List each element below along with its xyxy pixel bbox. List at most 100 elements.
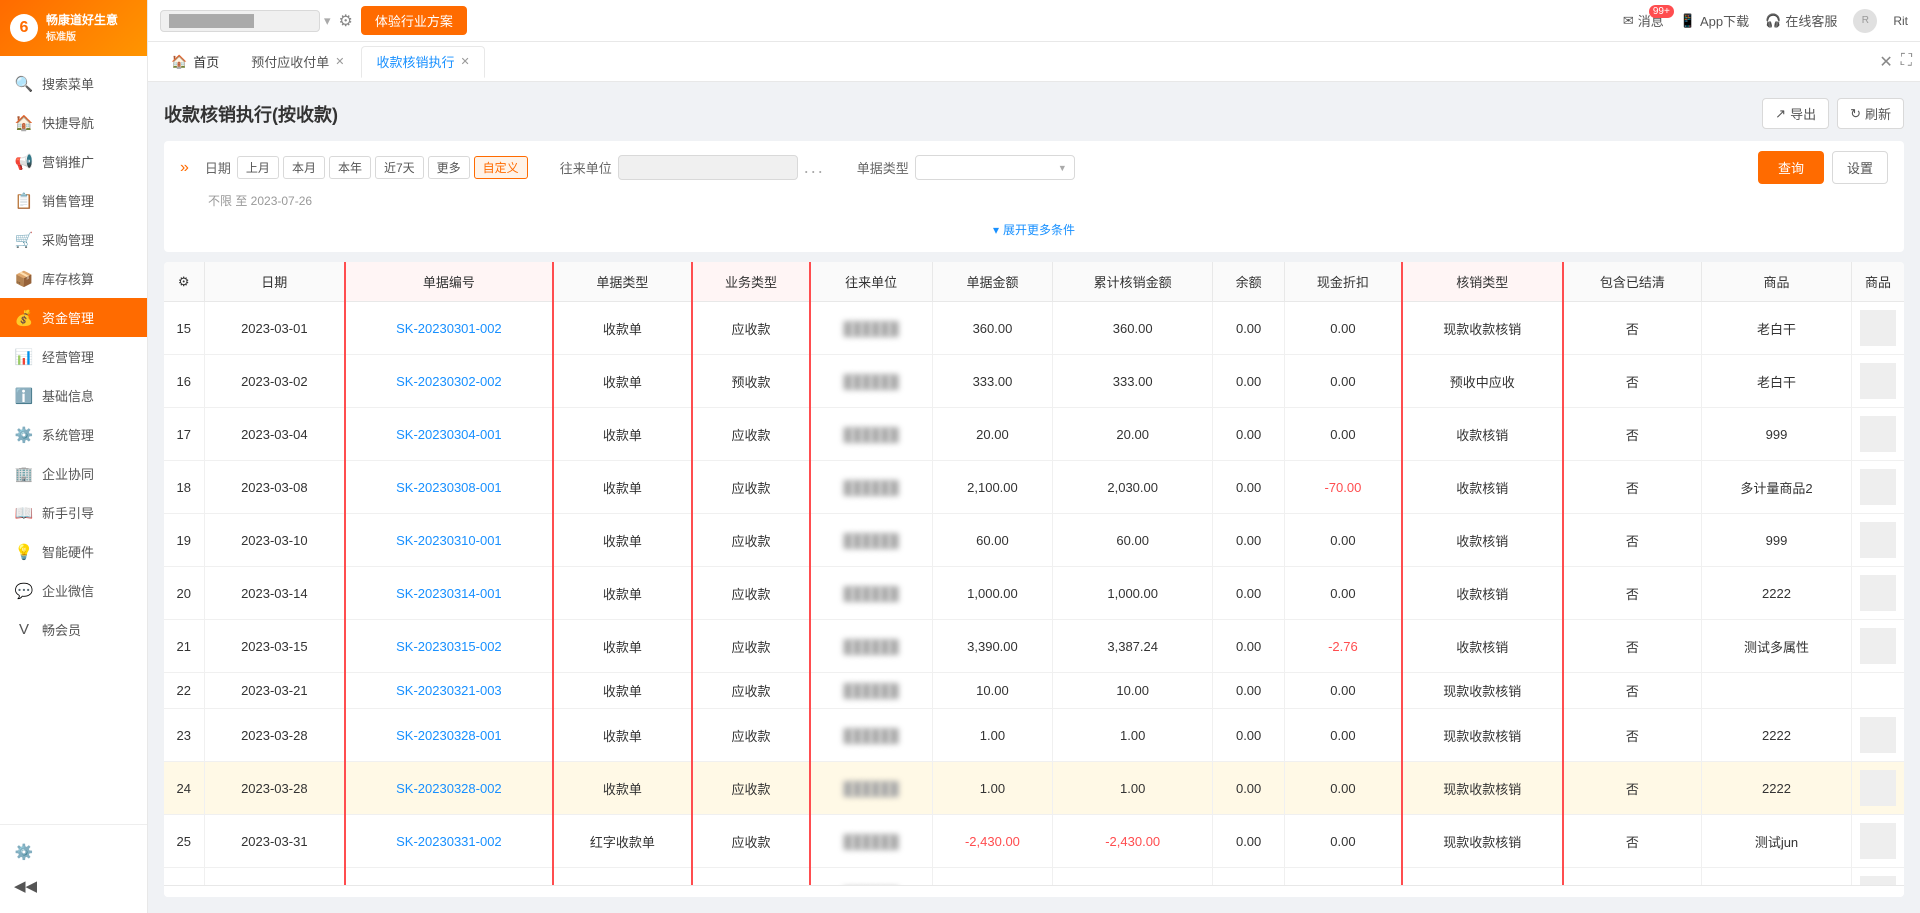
settings-icon: ⚙️ [14,843,34,861]
online-service-item[interactable]: 🎧 在线客服 [1765,11,1837,30]
sidebar-item-business[interactable]: 📊 经营管理 [0,337,147,376]
doc-no-link[interactable]: SK-20230308-001 [396,480,502,495]
cell-doc-no: SK-20230301-002 [345,302,553,355]
dropdown-icon[interactable]: ▾ [324,13,331,29]
collapse-icon: ◀◀ [14,877,34,895]
tab-close-all-icon[interactable]: ✕ [1879,52,1892,72]
col-doc-no: 单据编号 [345,262,553,302]
table-row: 17 2023-03-04 SK-20230304-001 收款单 应收款 ██… [164,408,1904,461]
cell-verified: 10.00 [1053,673,1213,709]
col-gear[interactable]: ⚙ [164,262,204,302]
page-actions: ↗ 导出 ↻ 刷新 [1762,98,1904,129]
cell-amount: 20.00 [932,868,1053,886]
tab-expand-icon[interactable]: ⛶ [1901,52,1912,72]
tab-prepay-close[interactable]: ✕ [335,55,344,68]
cell-balance: 0.00 [1213,408,1285,461]
app-download-item[interactable]: 📱 App下载 [1680,11,1749,30]
table-row: 23 2023-03-28 SK-20230328-001 收款单 应收款 ██… [164,709,1904,762]
industry-btn[interactable]: 体验行业方案 [361,6,467,35]
doc-type-select[interactable] [915,155,1075,180]
table-row: 15 2023-03-01 SK-20230301-002 收款单 应收款 ██… [164,302,1904,355]
cell-doc-no: SK-20230321-003 [345,673,553,709]
export-icon: ↗ [1775,106,1786,122]
tab-home[interactable]: 🏠 首页 [156,46,234,78]
refresh-btn[interactable]: ↻ 刷新 [1837,98,1904,129]
cell-biz-type: 预收款 [692,355,810,408]
sidebar-item-search[interactable]: 🔍 搜索菜单 [0,64,147,103]
tab-collection[interactable]: 收款核销执行 ✕ [361,46,484,78]
sidebar-item-settings[interactable]: ⚙️ [0,835,147,869]
sidebar-item-collapse[interactable]: ◀◀ [0,869,147,903]
messages-item[interactable]: ✉ 消息 99+ [1623,11,1664,30]
col-partner: 往来单位 [810,262,932,302]
cell-amount: 20.00 [932,408,1053,461]
expand-conditions-btn[interactable]: ▾ 展开更多条件 [993,221,1075,238]
doc-no-link[interactable]: SK-20230302-002 [396,374,502,389]
tab-prepay[interactable]: 预付应收付单 ✕ [236,46,359,78]
cell-partner: ██████ [810,673,932,709]
user-avatar[interactable]: R [1853,9,1877,33]
date-btn-more[interactable]: 更多 [428,156,470,179]
table-scrollbar-area[interactable] [164,885,1904,897]
sidebar-item-hardware[interactable]: 💡 智能硬件 [0,532,147,571]
quick-nav-icon: 🏠 [14,114,34,132]
expand-arrow-icon[interactable]: » [180,159,189,176]
sidebar-item-system[interactable]: ⚙️ 系统管理 [0,415,147,454]
cell-biz-type: 应收款 [692,461,810,514]
date-btn-last-month[interactable]: 上月 [237,156,279,179]
tab-collection-label: 收款核销执行 [376,52,454,71]
cell-goods2 [1852,709,1905,762]
settings-btn[interactable]: 设置 [1832,151,1888,184]
date-btn-this-year[interactable]: 本年 [329,156,371,179]
cell-amount: 1.00 [932,709,1053,762]
sidebar-item-purchase[interactable]: 🛒 采购管理 [0,220,147,259]
doc-no-link[interactable]: SK-20230310-001 [396,533,502,548]
date-btn-custom[interactable]: 自定义 [474,156,528,179]
sidebar-item-quick-nav[interactable]: 🏠 快捷导航 [0,103,147,142]
doc-no-link[interactable]: SK-20230304-001 [396,427,502,442]
cell-verify-type: 收款核销 [1402,620,1563,673]
doc-no-link[interactable]: SK-20230314-001 [396,586,502,601]
sidebar-item-basic[interactable]: ℹ️ 基础信息 [0,376,147,415]
sidebar-item-marketing[interactable]: 📢 营销推广 [0,142,147,181]
search-input[interactable] [160,10,320,32]
date-btn-this-month[interactable]: 本月 [283,156,325,179]
sidebar-item-wechat[interactable]: 💬 企业微信 [0,571,147,610]
app-logo: 6 畅康道好生意 标准版 [0,0,147,56]
cell-biz-type: 应收款 [692,620,810,673]
query-btn[interactable]: 查询 [1758,151,1824,184]
table-row: 16 2023-03-02 SK-20230302-002 收款单 预收款 ██… [164,355,1904,408]
gear-icon[interactable]: ⚙ [339,11,353,31]
top-right: ✉ 消息 99+ 📱 App下载 🎧 在线客服 R Rit [1623,9,1908,33]
tab-collection-close[interactable]: ✕ [460,55,469,68]
cell-doc-type: 收款单 [553,408,692,461]
tab-bar: 🏠 首页 预付应收付单 ✕ 收款核销执行 ✕ ✕ ⛶ [148,42,1920,82]
table-scroll[interactable]: ⚙ 日期 单据编号 单据类型 业务类型 往来单位 单据金额 累计核销金额 余额 … [164,262,1904,885]
date-btn-7days[interactable]: 近7天 [375,156,424,179]
filter-expand-toggle[interactable]: » [180,159,189,177]
doc-no-link[interactable]: SK-20230328-001 [396,728,502,743]
col-balance: 余额 [1213,262,1285,302]
doc-no-link[interactable]: SK-20230328-002 [396,781,502,796]
doc-no-link[interactable]: SK-20230331-002 [396,834,502,849]
sidebar-item-member[interactable]: V 畅会员 [0,610,147,649]
cell-goods1 [1701,673,1851,709]
sidebar-item-sales[interactable]: 📋 销售管理 [0,181,147,220]
sidebar-item-inventory[interactable]: 📦 库存核算 [0,259,147,298]
export-btn[interactable]: ↗ 导出 [1762,98,1829,129]
cell-amount: 1,000.00 [932,567,1053,620]
sidebar-item-guide[interactable]: 📖 新手引导 [0,493,147,532]
doc-no-link[interactable]: SK-20230321-003 [396,683,502,698]
partner-input[interactable] [618,155,798,180]
cell-no: 18 [164,461,204,514]
message-badge: 99+ [1649,5,1674,18]
cell-discount: 0.00 [1285,709,1402,762]
partner-dots[interactable]: ... [804,157,825,178]
cell-include-settled: 否 [1563,302,1702,355]
sidebar-item-enterprise[interactable]: 🏢 企业协同 [0,454,147,493]
doc-no-link[interactable]: SK-20230301-002 [396,321,502,336]
cell-doc-no: SK-20230315-002 [345,620,553,673]
doc-no-link[interactable]: SK-20230315-002 [396,639,502,654]
sidebar-item-finance[interactable]: 💰 资金管理 [0,298,147,337]
sidebar-label-hardware: 智能硬件 [42,542,94,561]
